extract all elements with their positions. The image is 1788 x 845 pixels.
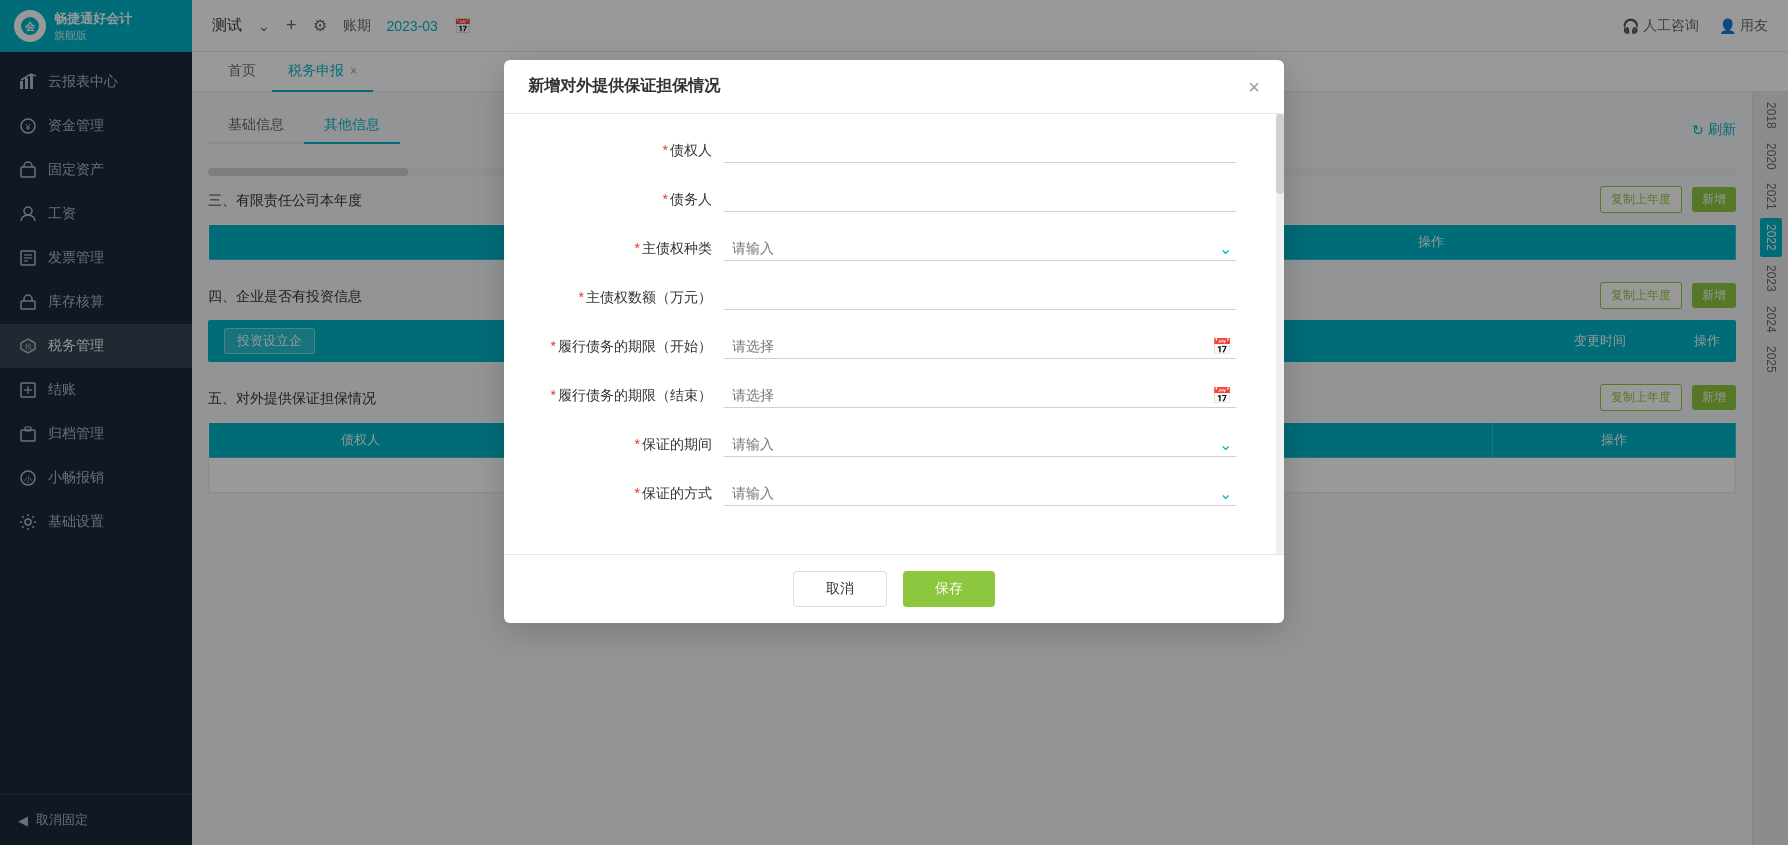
form-row-guarantee-method: *保证的方式 ⌄ [544, 481, 1236, 506]
modal-body: *债权人 *债务人 *主债权种类 [504, 114, 1276, 554]
debtor-input[interactable] [724, 187, 1236, 212]
modal-title: 新增对外提供保证担保情况 [528, 76, 720, 97]
guarantee-period-select-wrap: ⌄ [724, 432, 1236, 457]
guarantee-period-arrow-icon[interactable]: ⌄ [1219, 435, 1236, 454]
guarantee-method-select-wrap: ⌄ [724, 481, 1236, 506]
save-button[interactable]: 保存 [903, 571, 995, 607]
debtor-label: *债务人 [544, 191, 724, 209]
guarantee-method-input[interactable] [724, 481, 1219, 505]
cancel-button[interactable]: 取消 [793, 571, 887, 607]
debt-type-label: *主债权种类 [544, 240, 724, 258]
form-row-creditor: *债权人 [544, 138, 1236, 163]
period-end-input[interactable] [724, 383, 1212, 407]
creditor-input[interactable] [724, 138, 1236, 163]
period-start-calendar-icon[interactable]: 📅 [1212, 337, 1236, 356]
period-end-calendar-icon[interactable]: 📅 [1212, 386, 1236, 405]
debt-amount-input[interactable] [724, 285, 1236, 310]
modal-overlay: 新增对外提供保证担保情况 × *债权人 *债务人 [0, 0, 1788, 845]
debt-type-input[interactable] [724, 236, 1219, 260]
period-end-label: *履行债务的期限（结束） [544, 387, 724, 405]
form-row-guarantee-period: *保证的期间 ⌄ [544, 432, 1236, 457]
form-row-period-start: *履行债务的期限（开始） 📅 [544, 334, 1236, 359]
modal-footer: 取消 保存 [504, 554, 1284, 623]
guarantee-method-label: *保证的方式 [544, 485, 724, 503]
guarantee-method-arrow-icon[interactable]: ⌄ [1219, 484, 1236, 503]
modal-dialog: 新增对外提供保证担保情况 × *债权人 *债务人 [504, 60, 1284, 623]
debt-type-arrow-icon[interactable]: ⌄ [1219, 239, 1236, 258]
period-start-input[interactable] [724, 334, 1212, 358]
debt-type-select-wrap: ⌄ [724, 236, 1236, 261]
period-end-wrap: 📅 [724, 383, 1236, 408]
period-start-wrap: 📅 [724, 334, 1236, 359]
debt-amount-label: *主债权数额（万元） [544, 289, 724, 307]
modal-scroll-track[interactable] [1276, 114, 1284, 554]
form-row-debt-type: *主债权种类 ⌄ [544, 236, 1236, 261]
modal-header: 新增对外提供保证担保情况 × [504, 60, 1284, 114]
period-start-label: *履行债务的期限（开始） [544, 338, 724, 356]
form-row-debt-amount: *主债权数额（万元） [544, 285, 1236, 310]
modal-close-button[interactable]: × [1248, 77, 1260, 97]
guarantee-period-label: *保证的期间 [544, 436, 724, 454]
guarantee-period-input[interactable] [724, 432, 1219, 456]
creditor-label: *债权人 [544, 142, 724, 160]
form-row-period-end: *履行债务的期限（结束） 📅 [544, 383, 1236, 408]
modal-scroll-thumb [1276, 114, 1284, 194]
form-row-debtor: *债务人 [544, 187, 1236, 212]
